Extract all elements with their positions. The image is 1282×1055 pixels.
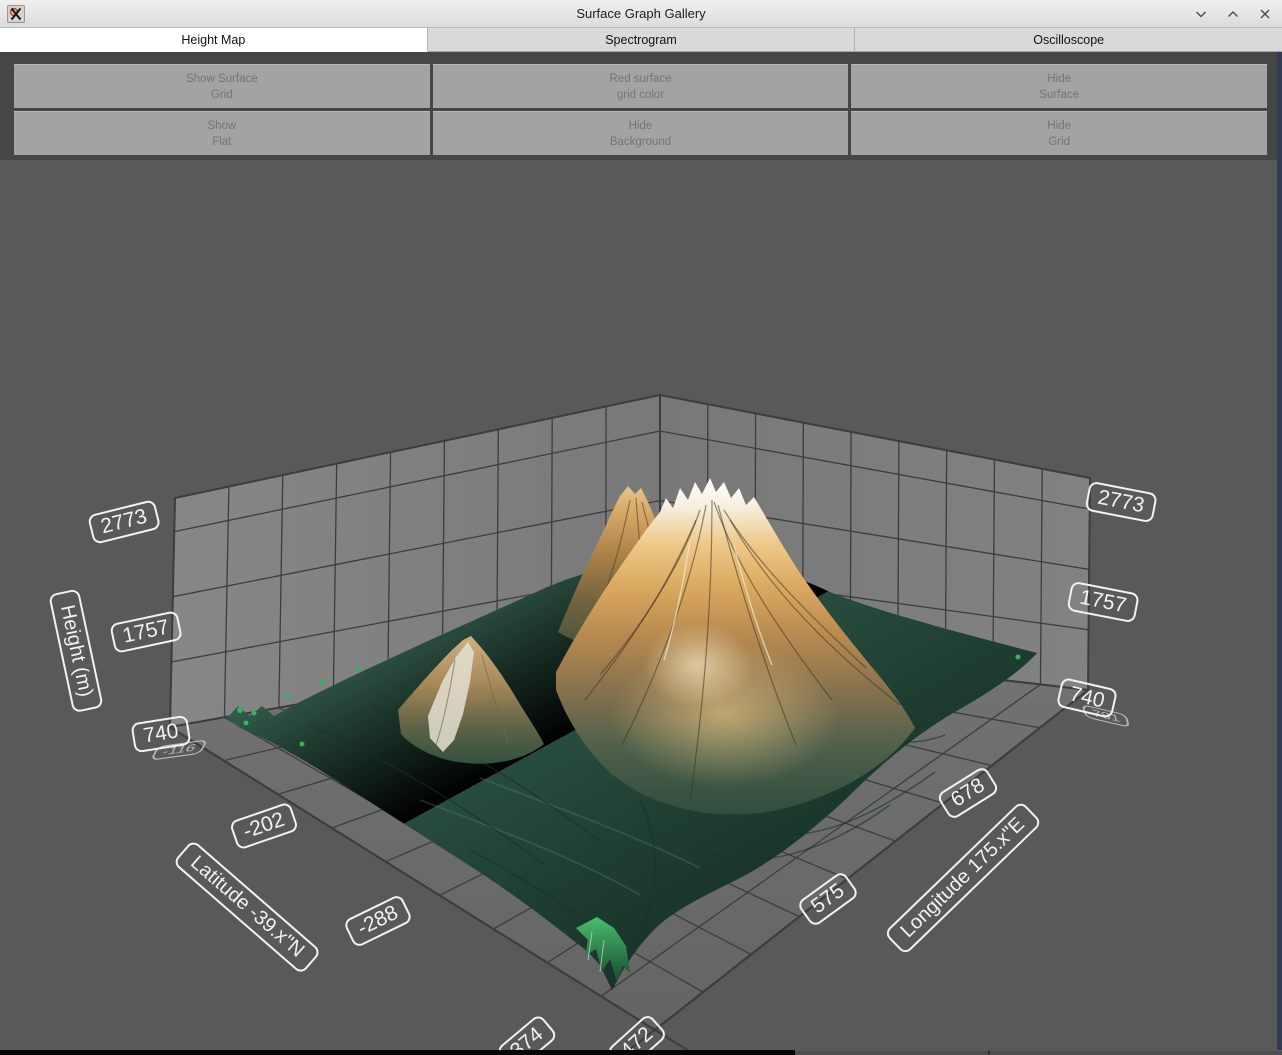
- desktop-edge-divider: [988, 1050, 990, 1055]
- desktop-edge-bottom-right: [795, 1050, 1282, 1055]
- surface-grid-color-button[interactable]: Red surface grid color: [433, 64, 849, 108]
- desktop-edge-bottom-left: [0, 1050, 795, 1055]
- minimize-button[interactable]: [1192, 5, 1210, 23]
- application-window: Surface Graph Gallery Height Map Spectro…: [0, 0, 1282, 1055]
- desktop-edge-right: [1277, 52, 1282, 1055]
- x11-app-icon: [7, 5, 25, 23]
- surface-3d-viewport[interactable]: 2773 1757 -116 740 2773 1757 781 740 -20…: [0, 160, 1277, 1050]
- titlebar[interactable]: Surface Graph Gallery: [0, 0, 1282, 28]
- hide-grid-button[interactable]: Hide Grid: [851, 111, 1267, 155]
- show-surface-grid-button[interactable]: Show Surface Grid: [14, 64, 430, 108]
- tab-height-map[interactable]: Height Map: [0, 28, 428, 52]
- tab-oscilloscope[interactable]: Oscilloscope: [855, 28, 1282, 52]
- show-flat-button[interactable]: Show Flat: [14, 111, 430, 155]
- hide-surface-button[interactable]: Hide Surface: [851, 64, 1267, 108]
- tab-spectrogram[interactable]: Spectrogram: [428, 28, 856, 52]
- window-title: Surface Graph Gallery: [0, 6, 1282, 21]
- tab-bar: Height Map Spectrogram Oscilloscope: [0, 28, 1282, 52]
- maximize-button[interactable]: [1224, 5, 1242, 23]
- close-button[interactable]: [1256, 5, 1274, 23]
- hide-background-button[interactable]: Hide Background: [433, 111, 849, 155]
- toolbar: Show Surface Grid Red surface grid color…: [0, 52, 1277, 160]
